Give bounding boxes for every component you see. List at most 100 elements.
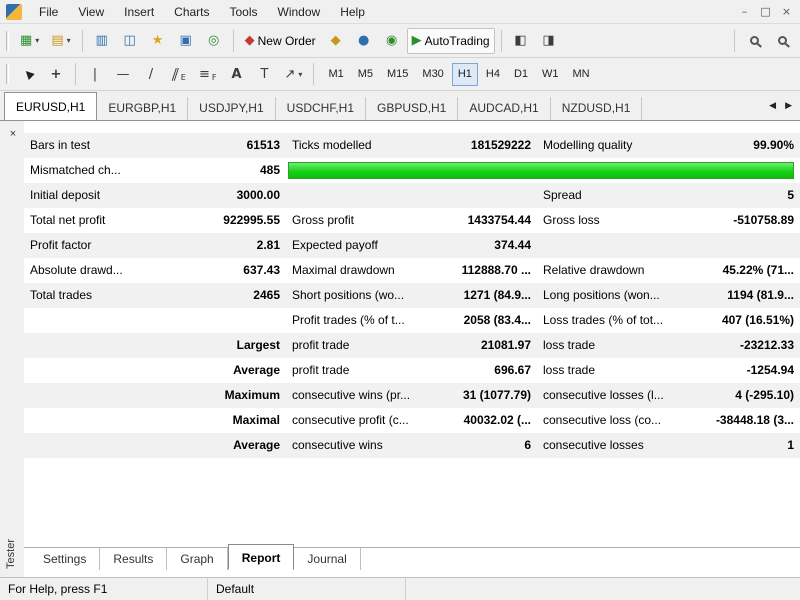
report-cell: 696.67 xyxy=(494,363,531,377)
timeframe-button[interactable]: W1 xyxy=(536,63,565,86)
autotrading-button[interactable]: ▶ AutoTrading xyxy=(406,27,495,54)
report-row: Total net profit 922995.55 Gross profit … xyxy=(24,208,800,233)
tester-tab[interactable]: Journal xyxy=(294,548,361,570)
tester-tabs: Settings Results Graph Report Journal xyxy=(24,544,800,572)
navigator-button[interactable]: ★ xyxy=(145,28,171,54)
sounds-button[interactable]: ◉ xyxy=(379,28,405,54)
trendline-icon: / xyxy=(148,66,154,82)
text-button[interactable]: A xyxy=(224,61,250,87)
menu-item[interactable]: File xyxy=(29,0,68,23)
text-icon: A xyxy=(231,66,242,82)
tester-panel: × Tester Bars in test 61513 Ticks modell… xyxy=(0,121,800,577)
chart-tab[interactable]: NZDUSD,H1 xyxy=(551,97,643,120)
maximize-button[interactable]: □ xyxy=(755,3,776,21)
timeframe-button[interactable]: M1 xyxy=(322,63,349,86)
trendline-button[interactable]: / xyxy=(138,61,164,87)
tester-tab[interactable]: Report xyxy=(227,544,295,570)
autotrading-play-icon: ▶ xyxy=(411,33,422,48)
cursor-button[interactable]: ▶ xyxy=(15,61,41,87)
menu-item[interactable]: Help xyxy=(330,0,375,23)
chart-tab[interactable]: USDCHF,H1 xyxy=(276,97,366,120)
report-cell: profit trade xyxy=(292,338,350,352)
report-cell: Largest xyxy=(236,338,280,352)
tab-scroll-left-icon[interactable]: ◀ xyxy=(769,101,776,111)
timeframe-button[interactable]: MN xyxy=(567,63,596,86)
horizontal-line-button[interactable]: — xyxy=(110,61,136,87)
status-help-text: For Help, press F1 xyxy=(0,578,208,600)
report-cell: 3000.00 xyxy=(236,188,280,202)
chevron-down-icon: ▾ xyxy=(66,36,71,45)
menu-item[interactable]: Insert xyxy=(114,0,164,23)
chart-tab[interactable]: GBPUSD,H1 xyxy=(366,97,459,120)
tester-tab[interactable]: Graph xyxy=(167,548,228,570)
auto-scroll-button[interactable]: ◨ xyxy=(536,28,562,54)
menu-item[interactable]: Window xyxy=(268,0,331,23)
chart-tab[interactable]: USDJPY,H1 xyxy=(188,97,276,120)
crosshair-button[interactable]: + xyxy=(43,61,69,87)
timeframe-button[interactable]: M30 xyxy=(416,63,449,86)
report-cell: 6 xyxy=(524,438,531,452)
new-order-button[interactable]: ◆ New Order xyxy=(240,28,321,54)
report-cell: Relative drawdown xyxy=(543,263,645,277)
report-cell: 99.90% xyxy=(753,138,794,152)
timeframe-button[interactable]: H4 xyxy=(480,63,506,86)
timeframe-button[interactable]: H1 xyxy=(451,62,478,86)
report-cell: 40032.02 (... xyxy=(463,413,531,427)
new-chart-button[interactable]: ▦ ▾ xyxy=(15,28,44,54)
strategy-tester-button[interactable]: ◎ xyxy=(201,28,227,54)
text-label-icon: T xyxy=(260,66,269,82)
timeframe-button[interactable]: M15 xyxy=(381,63,414,86)
strategy-tester-icon: ◎ xyxy=(207,33,220,48)
report-row: Profit trades (% of t... 2058 (83.4... L… xyxy=(24,308,800,333)
report-cell: Short positions (wo... xyxy=(292,288,405,302)
arrows-tool-button[interactable]: ↗ ▾ xyxy=(280,61,308,87)
horizontal-line-icon: — xyxy=(116,66,130,82)
profiles-button[interactable]: ▤ ▾ xyxy=(46,28,75,54)
report-cell: 61513 xyxy=(246,138,280,152)
toolbar-grip xyxy=(6,64,9,84)
chart-shift-button[interactable]: ◧ xyxy=(508,28,534,54)
report-cell: 1433754.44 xyxy=(467,213,531,227)
chart-tab[interactable]: AUDCAD,H1 xyxy=(458,97,551,120)
zoom-in-button[interactable] xyxy=(741,28,767,54)
report-cell: Initial deposit xyxy=(30,188,101,202)
timeframe-button[interactable]: D1 xyxy=(508,63,534,86)
expert-advisors-button[interactable]: ● xyxy=(351,28,377,54)
report-cell xyxy=(687,233,800,258)
menu-item[interactable]: Tools xyxy=(220,0,268,23)
metaeditor-button[interactable]: ◆ xyxy=(323,28,349,54)
metaeditor-icon: ◆ xyxy=(330,33,341,48)
equidistant-channel-button[interactable]: ∥ E xyxy=(166,61,192,87)
window-controls: – □ × xyxy=(734,3,797,21)
vertical-line-button[interactable]: | xyxy=(82,61,108,87)
terminal-button[interactable]: ▣ xyxy=(173,28,199,54)
tab-scroll-right-icon[interactable]: ▶ xyxy=(785,101,792,111)
toolbar-separator xyxy=(75,63,76,85)
tester-tab[interactable]: Results xyxy=(100,548,168,570)
market-watch-button[interactable]: ▥ xyxy=(89,28,115,54)
report-cell: loss trade xyxy=(543,363,596,377)
menu-item[interactable]: Charts xyxy=(164,0,219,23)
fibonacci-subscript: F xyxy=(211,73,217,82)
report-cell: 485 xyxy=(259,163,280,177)
tester-close-icon[interactable]: × xyxy=(6,128,20,142)
report-cell xyxy=(174,308,286,333)
tester-tab[interactable]: Settings xyxy=(30,548,101,570)
timeframe-button[interactable]: M5 xyxy=(352,63,379,86)
chart-tab[interactable]: EURUSD,H1 xyxy=(4,92,98,120)
report-cell: Long positions (won... xyxy=(543,288,660,302)
minimize-button[interactable]: – xyxy=(734,3,755,21)
close-button[interactable]: × xyxy=(776,3,797,21)
report-cell: Total net profit xyxy=(30,213,106,227)
report-cell: 21081.97 xyxy=(480,338,531,352)
zoom-out-button[interactable] xyxy=(769,28,795,54)
fibonacci-button[interactable]: ≡ F xyxy=(194,61,222,87)
menu-item[interactable]: View xyxy=(68,0,114,23)
report-cell: 637.43 xyxy=(243,263,280,277)
text-label-button[interactable]: T xyxy=(252,61,278,87)
chart-tab[interactable]: EURGBP,H1 xyxy=(97,97,189,120)
report-cell: 31 (1077.79) xyxy=(462,388,531,402)
report-cell: 2.81 xyxy=(256,238,280,252)
data-window-button[interactable]: ◫ xyxy=(117,28,143,54)
vertical-line-icon: | xyxy=(92,66,98,82)
